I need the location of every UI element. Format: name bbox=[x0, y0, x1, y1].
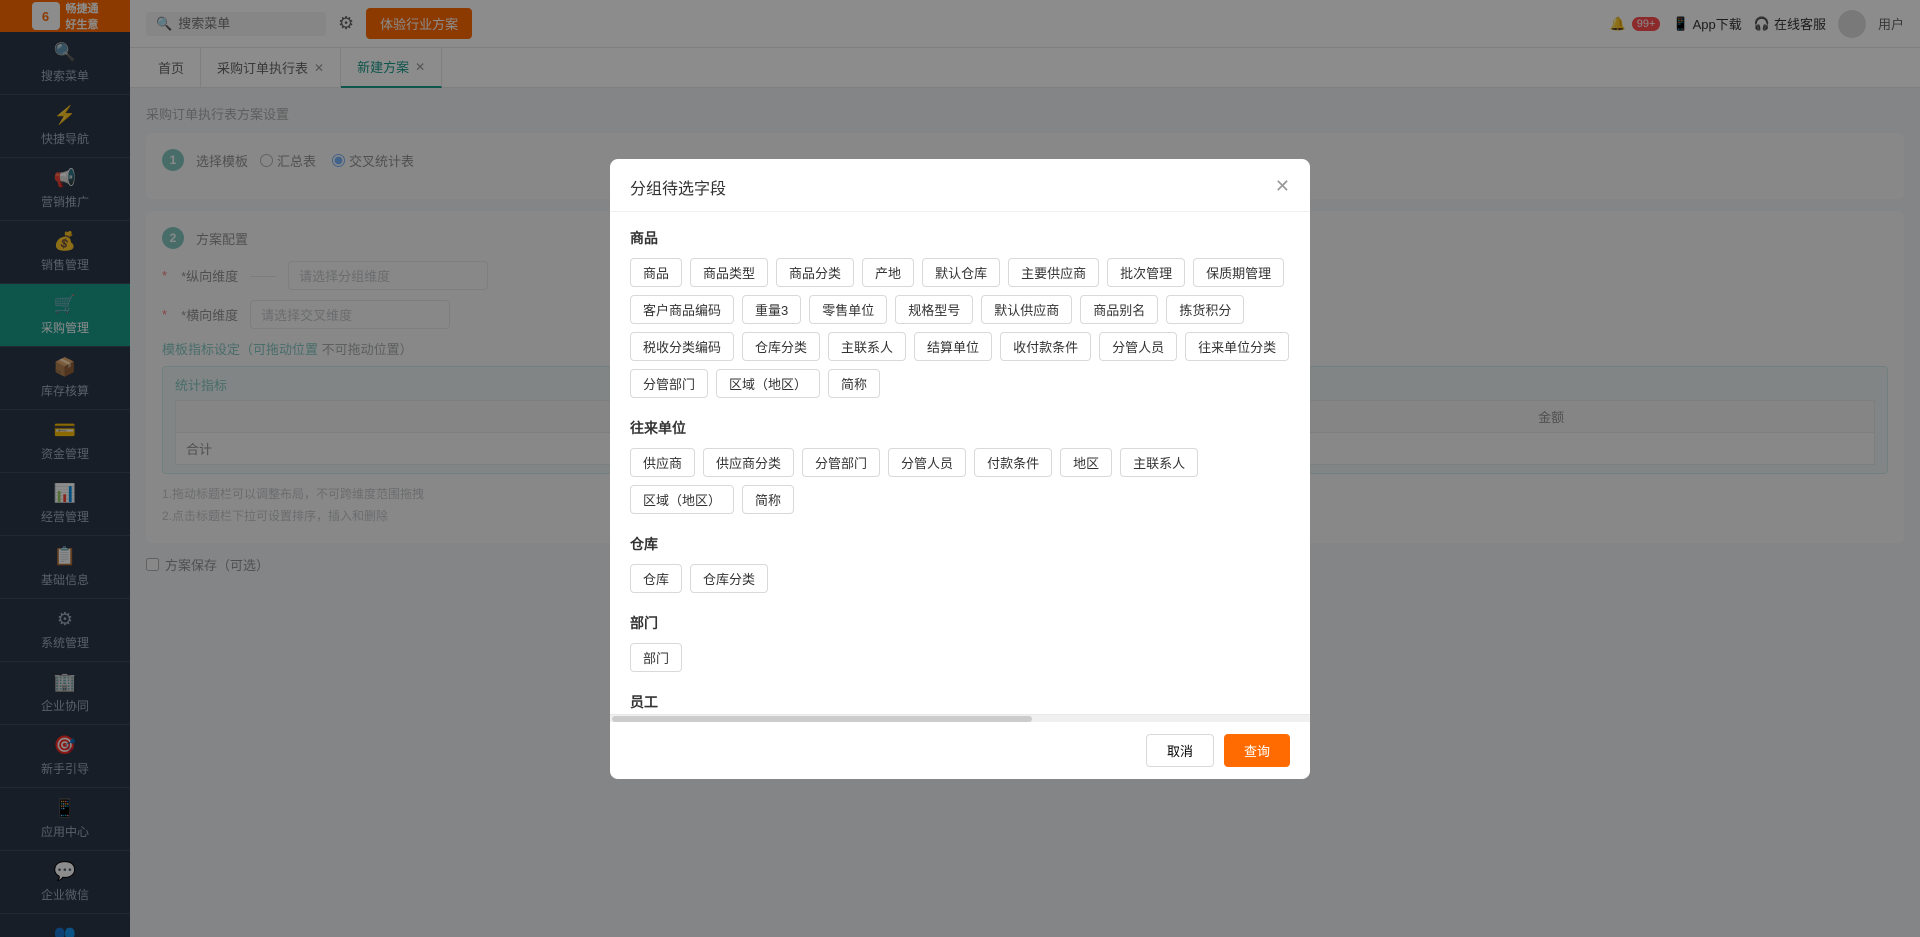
field-tag[interactable]: 规格型号 bbox=[895, 295, 973, 324]
field-tag[interactable]: 零售单位 bbox=[809, 295, 887, 324]
modal-body[interactable]: 商品 商品 商品类型 商品分类 产地 默认仓库 主要供应商 批次管理 保质期管理… bbox=[610, 212, 1310, 715]
field-tag[interactable]: 分管部门 bbox=[802, 448, 880, 477]
field-tag[interactable]: 产地 bbox=[862, 258, 914, 287]
field-tag[interactable]: 默认供应商 bbox=[981, 295, 1072, 324]
field-tag[interactable]: 往来单位分类 bbox=[1185, 332, 1289, 361]
field-tag[interactable]: 仓库分类 bbox=[742, 332, 820, 361]
field-tag[interactable]: 收付款条件 bbox=[1000, 332, 1091, 361]
field-tag[interactable]: 主联系人 bbox=[1120, 448, 1198, 477]
field-tag[interactable]: 批次管理 bbox=[1107, 258, 1185, 287]
field-tag[interactable]: 分管部门 bbox=[630, 369, 708, 398]
modal-header: 分组待选字段 ✕ bbox=[610, 159, 1310, 212]
field-tag[interactable]: 供应商 bbox=[630, 448, 695, 477]
warehouse-tags: 仓库 仓库分类 bbox=[630, 564, 1290, 593]
counterparts-tags: 供应商 供应商分类 分管部门 分管人员 付款条件 地区 主联系人 区域（地区） … bbox=[630, 448, 1290, 514]
field-tag[interactable]: 简称 bbox=[742, 485, 794, 514]
field-tag[interactable]: 分管人员 bbox=[888, 448, 966, 477]
field-tag[interactable]: 供应商分类 bbox=[703, 448, 794, 477]
modal-footer: 取消 查询 bbox=[610, 721, 1310, 779]
field-tag[interactable]: 区域（地区） bbox=[716, 369, 820, 398]
field-group-warehouse: 仓库 仓库 仓库分类 bbox=[630, 534, 1290, 593]
field-tag[interactable]: 简称 bbox=[828, 369, 880, 398]
field-tag[interactable]: 拣货积分 bbox=[1166, 295, 1244, 324]
field-tag[interactable]: 仓库 bbox=[630, 564, 682, 593]
field-tag[interactable]: 税收分类编码 bbox=[630, 332, 734, 361]
field-tag[interactable]: 重量3 bbox=[742, 295, 801, 324]
field-group-counterparts: 往来单位 供应商 供应商分类 分管部门 分管人员 付款条件 地区 主联系人 区域… bbox=[630, 418, 1290, 514]
field-tag[interactable]: 区域（地区） bbox=[630, 485, 734, 514]
department-tags: 部门 bbox=[630, 643, 1290, 672]
modal-horizontal-scrollbar[interactable] bbox=[610, 714, 1310, 720]
modal-overlay: 分组待选字段 ✕ 商品 商品 商品类型 商品分类 产地 默认仓库 主要供应商 批… bbox=[0, 0, 1920, 937]
field-tag[interactable]: 商品分类 bbox=[776, 258, 854, 287]
goods-tags: 商品 商品类型 商品分类 产地 默认仓库 主要供应商 批次管理 保质期管理 客户… bbox=[630, 258, 1290, 398]
department-title: 部门 bbox=[630, 613, 1290, 633]
field-tag[interactable]: 默认仓库 bbox=[922, 258, 1000, 287]
field-group-employee: 员工 业务员 bbox=[630, 692, 1290, 715]
confirm-button[interactable]: 查询 bbox=[1224, 734, 1290, 767]
field-tag[interactable]: 地区 bbox=[1060, 448, 1112, 477]
field-tag[interactable]: 保质期管理 bbox=[1193, 258, 1284, 287]
field-tag[interactable]: 主要供应商 bbox=[1008, 258, 1099, 287]
counterparts-title: 往来单位 bbox=[630, 418, 1290, 438]
field-tag[interactable]: 仓库分类 bbox=[690, 564, 768, 593]
field-tag[interactable]: 付款条件 bbox=[974, 448, 1052, 477]
modal-close-btn[interactable]: ✕ bbox=[1275, 176, 1290, 197]
field-tag[interactable]: 部门 bbox=[630, 643, 682, 672]
field-tag[interactable]: 商品 bbox=[630, 258, 682, 287]
field-tag[interactable]: 主联系人 bbox=[828, 332, 906, 361]
goods-title: 商品 bbox=[630, 228, 1290, 248]
warehouse-title: 仓库 bbox=[630, 534, 1290, 554]
modal-title: 分组待选字段 bbox=[630, 175, 726, 199]
field-group-goods: 商品 商品 商品类型 商品分类 产地 默认仓库 主要供应商 批次管理 保质期管理… bbox=[630, 228, 1290, 398]
field-group-department: 部门 部门 bbox=[630, 613, 1290, 672]
modal-dialog: 分组待选字段 ✕ 商品 商品 商品类型 商品分类 产地 默认仓库 主要供应商 批… bbox=[610, 159, 1310, 779]
field-tag[interactable]: 商品别名 bbox=[1080, 295, 1158, 324]
field-tag[interactable]: 商品类型 bbox=[690, 258, 768, 287]
employee-title: 员工 bbox=[630, 692, 1290, 712]
field-tag[interactable]: 结算单位 bbox=[914, 332, 992, 361]
field-tag[interactable]: 客户商品编码 bbox=[630, 295, 734, 324]
cancel-button[interactable]: 取消 bbox=[1146, 734, 1214, 767]
field-tag[interactable]: 分管人员 bbox=[1099, 332, 1177, 361]
